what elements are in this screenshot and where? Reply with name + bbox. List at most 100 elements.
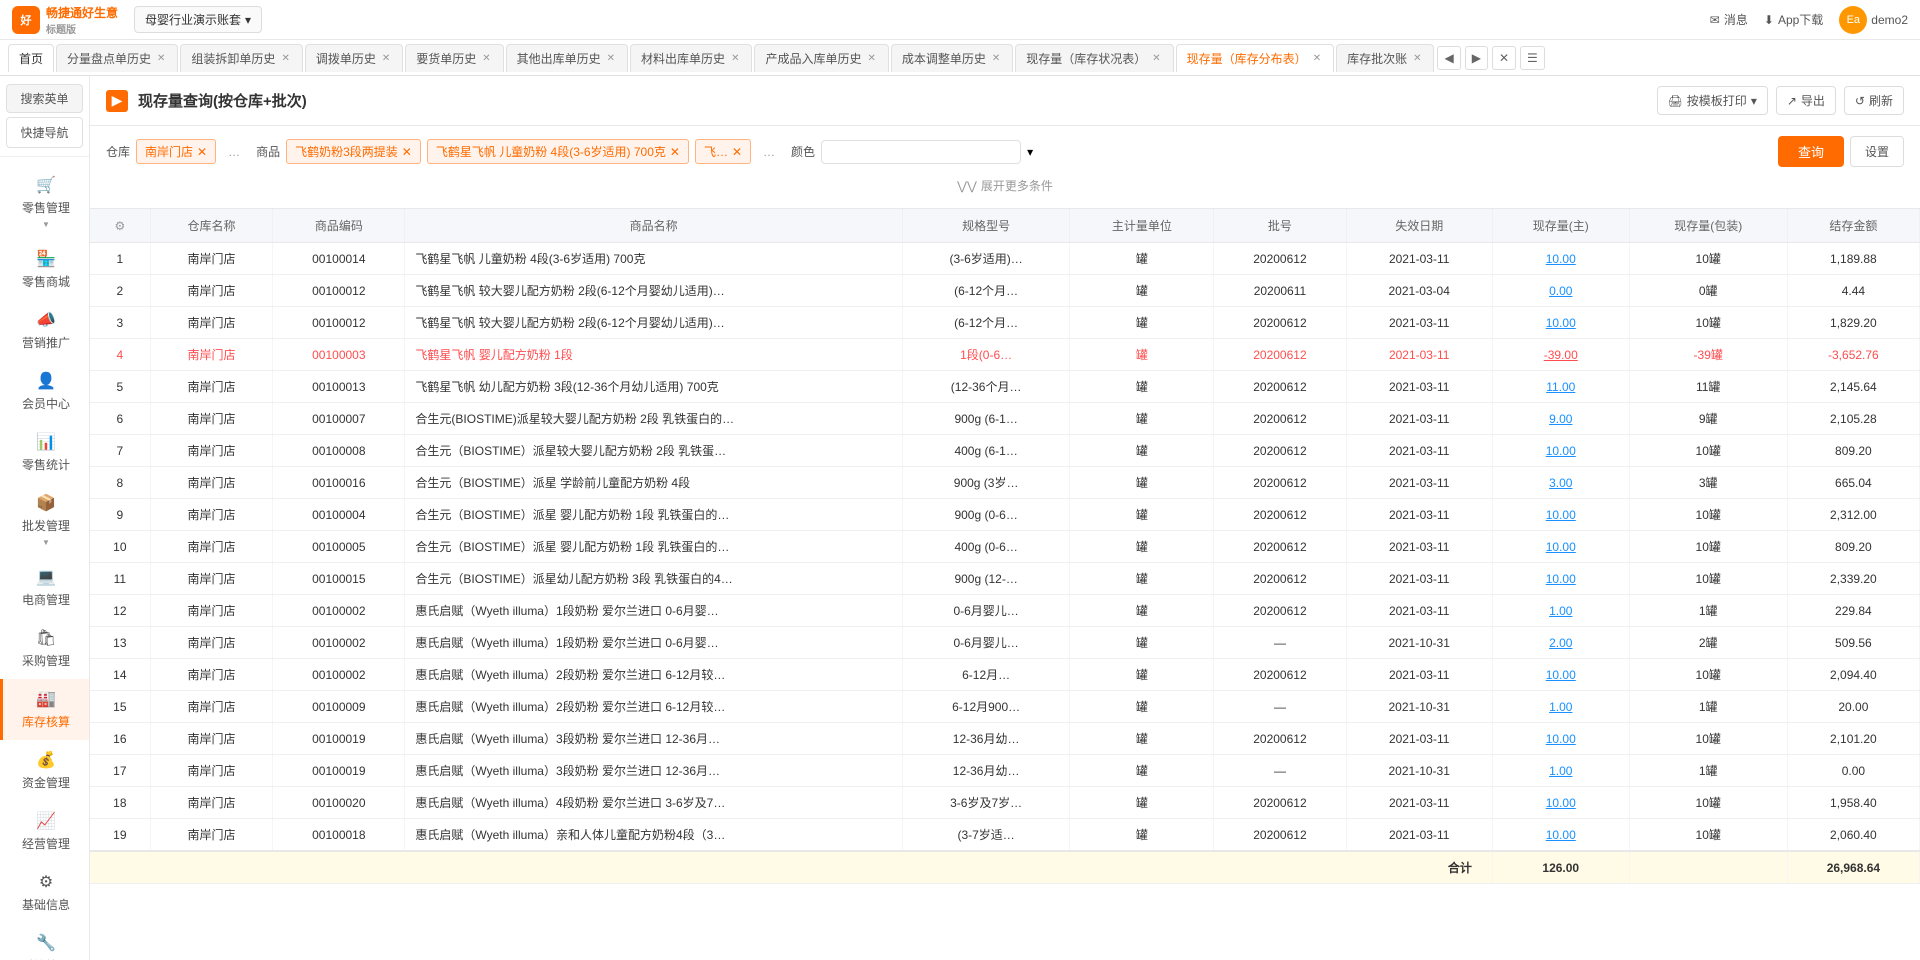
tab-close-icon[interactable]: ✕	[1150, 52, 1162, 65]
row-qty-main[interactable]: -39.00	[1492, 339, 1629, 371]
row-qty-main[interactable]: 10.00	[1492, 659, 1629, 691]
filter-more2-btn[interactable]: …	[757, 143, 781, 161]
row-qty-main[interactable]: 2.00	[1492, 627, 1629, 659]
tab-menu-btn[interactable]: ☰	[1520, 46, 1545, 70]
row-amount: 665.04	[1787, 467, 1919, 499]
template-print-btn[interactable]: 🖨 按模板打印 ▾	[1657, 86, 1768, 115]
tab-disassemble[interactable]: 组装拆卸单历史 ✕	[180, 44, 302, 72]
sidebar-item-ecommerce[interactable]: 💻 电商管理	[0, 557, 89, 618]
tab-close-icon[interactable]: ✕	[1311, 52, 1323, 65]
tab-close-all-btn[interactable]: ✕	[1492, 46, 1516, 70]
tab-home[interactable]: 首页	[8, 44, 54, 72]
row-qty-main[interactable]: 1.00	[1492, 755, 1629, 787]
sidebar-item-retail-stat[interactable]: 📊 零售统计	[0, 422, 89, 483]
sidebar-item-system[interactable]: 🔧 系统管理	[0, 923, 89, 960]
app-download-btn[interactable]: ⬇ App下载	[1764, 11, 1823, 28]
tab-close-icon[interactable]: ✕	[155, 52, 167, 65]
row-amount: 0.00	[1787, 755, 1919, 787]
tab-transfer[interactable]: 调拨单历史 ✕	[305, 44, 403, 72]
sidebar-item-inventory[interactable]: 🏭 库存核算	[0, 679, 89, 740]
row-qty-main[interactable]: 0.00	[1492, 275, 1629, 307]
row-qty-main[interactable]: 10.00	[1492, 307, 1629, 339]
row-qty-main[interactable]: 1.00	[1492, 595, 1629, 627]
warehouse-tag[interactable]: 南岸门店 ✕	[136, 139, 216, 164]
sidebar-item-purchase[interactable]: 🛍 采购管理	[0, 618, 89, 679]
tab-prev-btn[interactable]: ◀	[1437, 46, 1460, 70]
tab-close-icon[interactable]: ✕	[865, 52, 877, 65]
sidebar-item-retail-shop[interactable]: 🏪 零售商城	[0, 239, 89, 300]
tab-close-icon[interactable]: ✕	[1411, 52, 1423, 65]
tab-close-icon[interactable]: ✕	[480, 52, 492, 65]
printer-icon: 🖨	[1668, 94, 1683, 108]
tab-pickup[interactable]: 要货单历史 ✕	[405, 44, 503, 72]
row-qty-main[interactable]: 1.00	[1492, 691, 1629, 723]
export-btn[interactable]: ↗ 导出	[1776, 86, 1836, 115]
search-btn[interactable]: 查询	[1778, 136, 1844, 167]
sidebar-item-marketing[interactable]: 📣 营销推广	[0, 300, 89, 361]
tab-cost-adjust[interactable]: 成本调整单历史 ✕	[891, 44, 1013, 72]
tab-stock-dist[interactable]: 现存量（库存分布表） ✕	[1176, 44, 1334, 72]
sidebar-item-finance[interactable]: 💰 资金管理	[0, 740, 89, 801]
tab-stock-warehouse[interactable]: 现存量（库存状况表） ✕	[1015, 44, 1173, 72]
logo-text: 畅捷通好生意	[46, 4, 118, 21]
row-code: 00100019	[273, 755, 405, 787]
goods-tag1[interactable]: 飞鹤奶粉3段两提装 ✕	[286, 139, 421, 164]
sidebar-item-wholesale[interactable]: 📦 批发管理 ▼	[0, 483, 89, 557]
row-code: 00100019	[273, 723, 405, 755]
row-qty-main[interactable]: 10.00	[1492, 563, 1629, 595]
tab-close-icon[interactable]: ✕	[729, 52, 741, 65]
goods-label: 商品	[256, 143, 280, 160]
set-btn[interactable]: 设置	[1850, 136, 1904, 167]
tab-other-out[interactable]: 其他出库单历史 ✕	[506, 44, 628, 72]
table-row: 12 南岸门店 00100002 惠氏启赋（Wyeth illuma）1段奶粉 …	[90, 595, 1920, 627]
table-row: 19 南岸门店 00100018 惠氏启赋（Wyeth illuma）亲和人体儿…	[90, 819, 1920, 852]
org-selector[interactable]: 母婴行业演示账套 ▾	[134, 6, 262, 33]
col-settings[interactable]: ⚙	[90, 209, 150, 243]
row-qty-main[interactable]: 10.00	[1492, 787, 1629, 819]
tag-close-icon[interactable]: ✕	[732, 145, 742, 159]
row-expire: 2021-03-11	[1346, 819, 1492, 852]
tab-split-check[interactable]: 分量盘点单历史 ✕	[56, 44, 178, 72]
row-qty-main[interactable]: 10.00	[1492, 723, 1629, 755]
row-qty-main[interactable]: 10.00	[1492, 531, 1629, 563]
row-name: 合生元（BIOSTIME）派星 婴儿配方奶粉 1段 乳铁蛋白的…	[405, 499, 902, 531]
sidebar-item-member[interactable]: 👤 会员中心	[0, 361, 89, 422]
row-qty-main[interactable]: 10.00	[1492, 243, 1629, 275]
color-input[interactable]	[821, 140, 1021, 164]
tag-close-icon[interactable]: ✕	[402, 145, 412, 159]
row-unit: 罐	[1070, 307, 1214, 339]
tab-close-icon[interactable]: ✕	[279, 52, 291, 65]
row-qty-main[interactable]: 10.00	[1492, 819, 1629, 852]
refresh-btn[interactable]: ↺ 刷新	[1844, 86, 1904, 115]
row-amount: 1,189.88	[1787, 243, 1919, 275]
row-name: 惠氏启赋（Wyeth illuma）亲和人体儿童配方奶粉4段（3…	[405, 819, 902, 852]
tag-close-icon[interactable]: ✕	[197, 145, 207, 159]
sidebar-item-retail[interactable]: 🛒 零售管理 ▼	[0, 165, 89, 239]
row-qty-main[interactable]: 11.00	[1492, 371, 1629, 403]
tab-close-icon[interactable]: ✕	[605, 52, 617, 65]
filter-row: 仓库 南岸门店 ✕ … 商品 飞鹤奶粉3段两提装 ✕ 飞鹤星飞帆 儿童奶粉 4段…	[106, 136, 1904, 167]
filter-more-btn[interactable]: …	[222, 143, 246, 161]
tag-close-icon[interactable]: ✕	[670, 145, 680, 159]
search-single-btn[interactable]: 搜索英单	[6, 84, 83, 113]
goods-tag3[interactable]: 飞… ✕	[695, 139, 751, 164]
tab-close-icon[interactable]: ✕	[990, 52, 1002, 65]
tab-batch-approve[interactable]: 库存批次账 ✕	[1336, 44, 1434, 72]
row-qty-main[interactable]: 10.00	[1492, 435, 1629, 467]
tab-material-out[interactable]: 材料出库单历史 ✕	[630, 44, 752, 72]
row-qty-main[interactable]: 10.00	[1492, 499, 1629, 531]
expand-filter-btn[interactable]: ▶	[106, 90, 128, 112]
expand-more-filter-btn[interactable]: ⋁⋁ 展开更多条件	[106, 173, 1904, 198]
sidebar-item-operations[interactable]: 📈 经营管理	[0, 801, 89, 862]
goods-tag2[interactable]: 飞鹤星飞帆 儿童奶粉 4段(3-6岁适用) 700克 ✕	[427, 139, 689, 164]
user-area[interactable]: Ea demo2	[1839, 6, 1908, 34]
row-qty-main[interactable]: 3.00	[1492, 467, 1629, 499]
tab-next-btn[interactable]: ▶	[1465, 46, 1488, 70]
message-btn[interactable]: ✉ 消息	[1710, 11, 1748, 28]
quick-nav-btn[interactable]: 快捷导航	[6, 117, 83, 148]
ecommerce-icon: 💻	[36, 567, 56, 587]
tab-product-in[interactable]: 产成品入库单历史 ✕	[754, 44, 888, 72]
tab-close-icon[interactable]: ✕	[380, 52, 392, 65]
sidebar-item-basic[interactable]: ⚙ 基础信息	[0, 862, 89, 923]
row-qty-main[interactable]: 9.00	[1492, 403, 1629, 435]
